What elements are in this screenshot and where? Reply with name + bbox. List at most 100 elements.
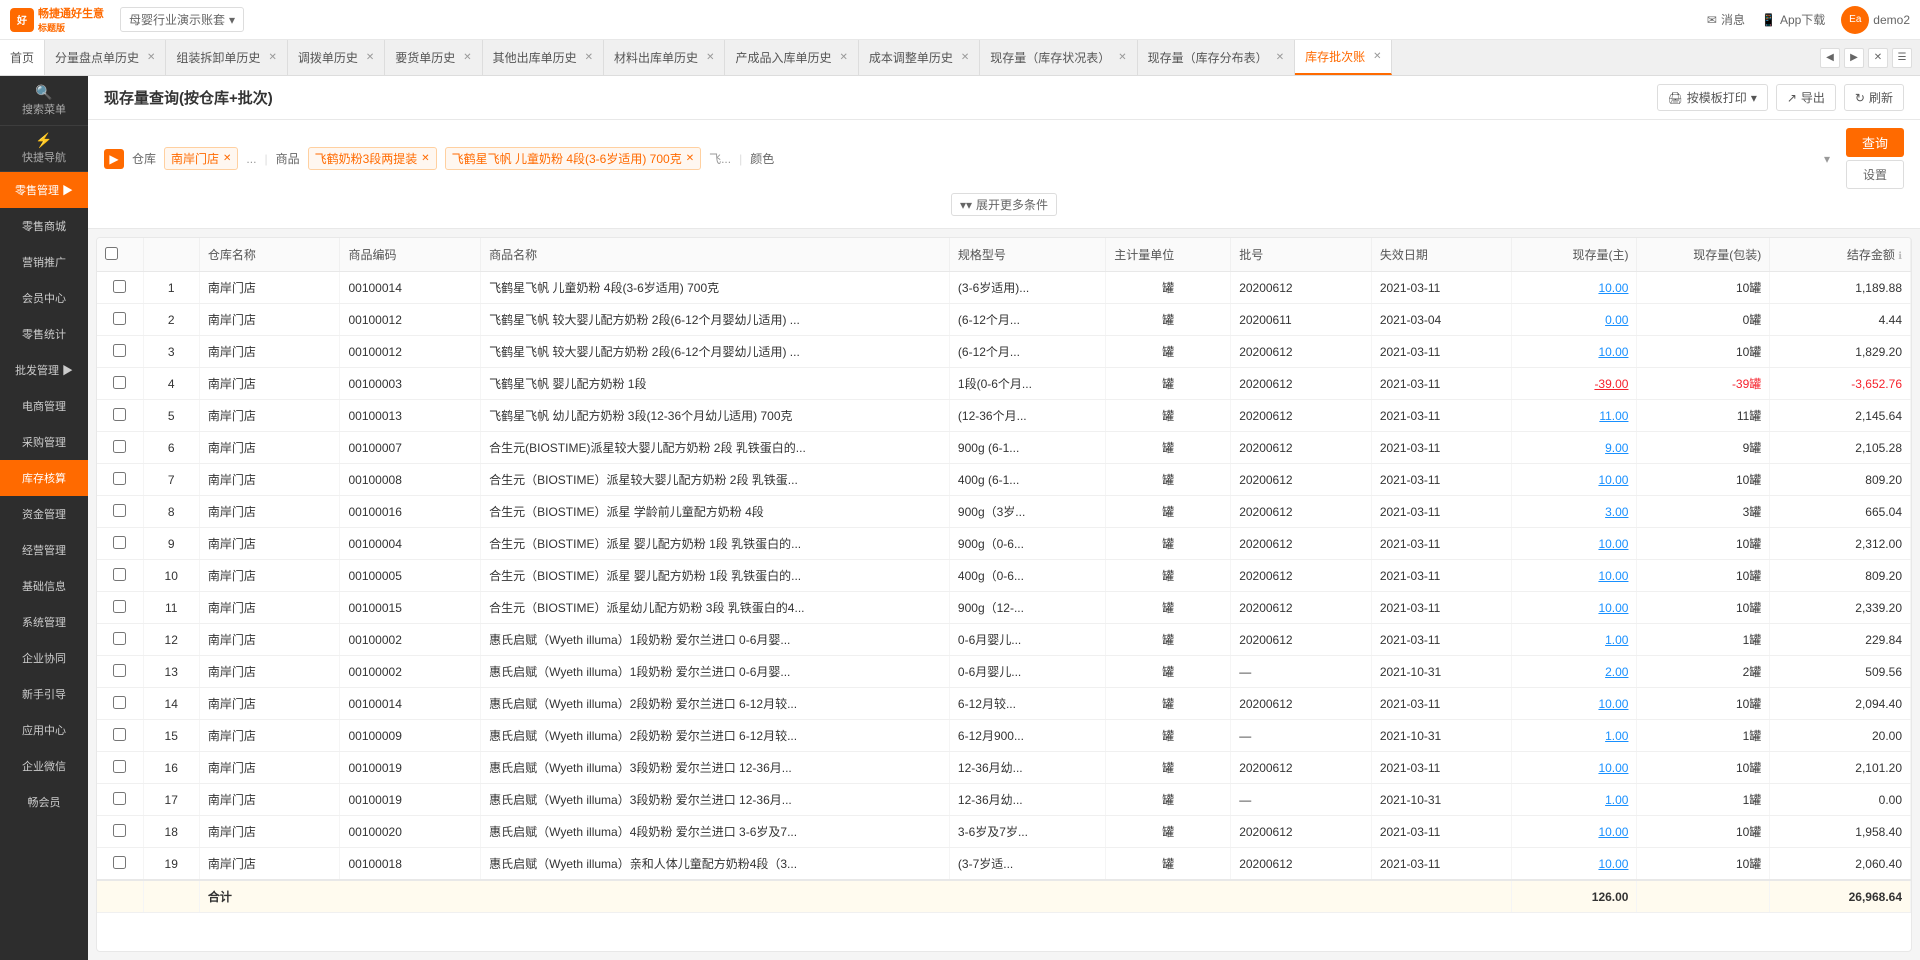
cell-qty-main[interactable]: 10.00 (1512, 592, 1637, 624)
close-icon[interactable]: ✕ (585, 52, 593, 63)
sidebar-item-operation[interactable]: 经营管理 (0, 532, 88, 568)
sidebar-item-wholesale[interactable]: 批发管理 ▶ (0, 352, 88, 388)
expand-more-btn[interactable]: ▾▾ 展开更多条件 (951, 193, 1057, 216)
cell-qty-main[interactable]: 1.00 (1512, 784, 1637, 816)
cell-checkbox[interactable] (97, 816, 143, 848)
sidebar-item-member[interactable]: 会员中心 (0, 280, 88, 316)
cell-checkbox[interactable] (97, 592, 143, 624)
tab-stock-status[interactable]: 现存量（库存状况表） ✕ (980, 40, 1137, 75)
sidebar-item-vip[interactable]: 畅会员 (0, 784, 88, 820)
cell-qty-main[interactable]: 10.00 (1512, 848, 1637, 881)
cell-qty-main[interactable]: 0.00 (1512, 304, 1637, 336)
sidebar-item-finance[interactable]: 资金管理 (0, 496, 88, 532)
sidebar-item-retail[interactable]: 零售管理 ▶ (0, 172, 88, 208)
sidebar-item-purchase[interactable]: 采购管理 (0, 424, 88, 460)
product-tag-1-close[interactable]: ✕ (421, 153, 429, 164)
cell-qty-main[interactable]: 10.00 (1512, 528, 1637, 560)
tab-dismantle-history[interactable]: 组装拆卸单历史 ✕ (166, 40, 287, 75)
cell-checkbox[interactable] (97, 400, 143, 432)
user-menu[interactable]: Ea demo2 (1841, 6, 1910, 34)
cell-qty-main[interactable]: 10.00 (1512, 752, 1637, 784)
cell-checkbox[interactable] (97, 624, 143, 656)
cell-qty-main[interactable]: 3.00 (1512, 496, 1637, 528)
tab-transfer-history[interactable]: 调拨单历史 ✕ (288, 40, 385, 75)
cell-checkbox[interactable] (97, 272, 143, 304)
cell-qty-main[interactable]: 1.00 (1512, 624, 1637, 656)
cell-qty-main[interactable]: 10.00 (1512, 336, 1637, 368)
tab-material-out-history[interactable]: 材料出库单历史 ✕ (604, 40, 725, 75)
sidebar-item-retail-shop[interactable]: 零售商城 (0, 208, 88, 244)
cell-qty-main[interactable]: 10.00 (1512, 560, 1637, 592)
close-icon[interactable]: ✕ (147, 52, 155, 63)
tab-home[interactable]: 首页 (0, 40, 45, 75)
tab-purchase-history[interactable]: 要货单历史 ✕ (385, 40, 482, 75)
setting-btn[interactable]: 设置 (1846, 160, 1904, 189)
cell-qty-main[interactable]: -39.00 (1512, 368, 1637, 400)
cell-qty-main[interactable]: 9.00 (1512, 432, 1637, 464)
sidebar-item-retail-stats[interactable]: 零售统计 (0, 316, 88, 352)
tab-cost-adjust-history[interactable]: 成本调整单历史 ✕ (859, 40, 980, 75)
cell-checkbox[interactable] (97, 848, 143, 881)
cell-qty-main[interactable]: 1.00 (1512, 720, 1637, 752)
sidebar-item-enterprise-wechat[interactable]: 企业微信 (0, 748, 88, 784)
tab-close-btn[interactable]: ✕ (1868, 48, 1888, 68)
tab-stock-dist[interactable]: 现存量（库存分布表） ✕ (1138, 40, 1295, 75)
cell-checkbox[interactable] (97, 336, 143, 368)
cell-qty-main[interactable]: 10.00 (1512, 272, 1637, 304)
sidebar-item-ecommerce[interactable]: 电商管理 (0, 388, 88, 424)
cell-checkbox[interactable] (97, 784, 143, 816)
sidebar-item-guide[interactable]: 新手引导 (0, 676, 88, 712)
message-btn[interactable]: ✉ 消息 (1707, 11, 1745, 28)
cell-qty-main[interactable]: 10.00 (1512, 688, 1637, 720)
cell-checkbox[interactable] (97, 496, 143, 528)
sidebar-item-basic[interactable]: 基础信息 (0, 568, 88, 604)
cell-checkbox[interactable] (97, 432, 143, 464)
tab-prev-btn[interactable]: ◀ (1820, 48, 1840, 68)
tab-next-btn[interactable]: ▶ (1844, 48, 1864, 68)
close-icon[interactable]: ✕ (268, 52, 276, 63)
cell-checkbox[interactable] (97, 528, 143, 560)
close-icon[interactable]: ✕ (366, 52, 374, 63)
sidebar-search[interactable]: 🔍 搜索菜单 (0, 76, 88, 126)
cell-checkbox[interactable] (97, 368, 143, 400)
select-all-checkbox[interactable] (105, 247, 118, 260)
refresh-btn[interactable]: ↻ 刷新 (1844, 84, 1904, 111)
sidebar-quicknav-label[interactable]: 快捷导航 (0, 149, 88, 165)
cell-qty-main[interactable]: 10.00 (1512, 816, 1637, 848)
tab-split-history[interactable]: 分量盘点单历史 ✕ (45, 40, 166, 75)
sidebar-search-label[interactable]: 搜索菜单 (8, 101, 80, 117)
cell-checkbox[interactable] (97, 656, 143, 688)
cell-qty-main[interactable]: 10.00 (1512, 464, 1637, 496)
tab-menu-btn[interactable]: ☰ (1892, 48, 1912, 68)
close-icon[interactable]: ✕ (961, 52, 969, 63)
close-icon[interactable]: ✕ (1118, 52, 1126, 63)
app-download-btn[interactable]: 📱 App下载 (1761, 11, 1825, 28)
th-checkbox[interactable] (97, 238, 143, 272)
search-btn[interactable]: 查询 (1846, 128, 1904, 157)
cell-checkbox[interactable] (97, 720, 143, 752)
sidebar-item-marketing[interactable]: 营销推广 (0, 244, 88, 280)
cell-checkbox[interactable] (97, 752, 143, 784)
tab-other-out-history[interactable]: 其他出库单历史 ✕ (483, 40, 604, 75)
tab-product-in-history[interactable]: 产成品入库单历史 ✕ (725, 40, 858, 75)
filter-expand-btn[interactable]: ▶ (104, 149, 124, 169)
cell-checkbox[interactable] (97, 464, 143, 496)
close-icon[interactable]: ✕ (1276, 52, 1284, 63)
close-icon[interactable]: ✕ (839, 52, 847, 63)
warehouse-tag-close[interactable]: ✕ (223, 153, 231, 164)
sidebar-quicknav[interactable]: ⚡ 快捷导航 (0, 126, 88, 172)
cell-checkbox[interactable] (97, 688, 143, 720)
sidebar-item-enterprise[interactable]: 企业协同 (0, 640, 88, 676)
sidebar-item-system[interactable]: 系统管理 (0, 604, 88, 640)
close-icon[interactable]: ✕ (706, 52, 714, 63)
sidebar-item-inventory[interactable]: 库存核算 (0, 460, 88, 496)
close-icon[interactable]: ✕ (463, 52, 471, 63)
export-btn[interactable]: ↗ 导出 (1776, 84, 1836, 111)
org-selector[interactable]: 母婴行业演示账套 ▾ (120, 7, 244, 32)
cell-qty-main[interactable]: 11.00 (1512, 400, 1637, 432)
sidebar-item-app-center[interactable]: 应用中心 (0, 712, 88, 748)
cell-checkbox[interactable] (97, 560, 143, 592)
close-icon[interactable]: ✕ (1373, 51, 1381, 62)
product-tag-2-close[interactable]: ✕ (686, 153, 694, 164)
tab-batch-account[interactable]: 库存批次账 ✕ (1295, 40, 1392, 75)
